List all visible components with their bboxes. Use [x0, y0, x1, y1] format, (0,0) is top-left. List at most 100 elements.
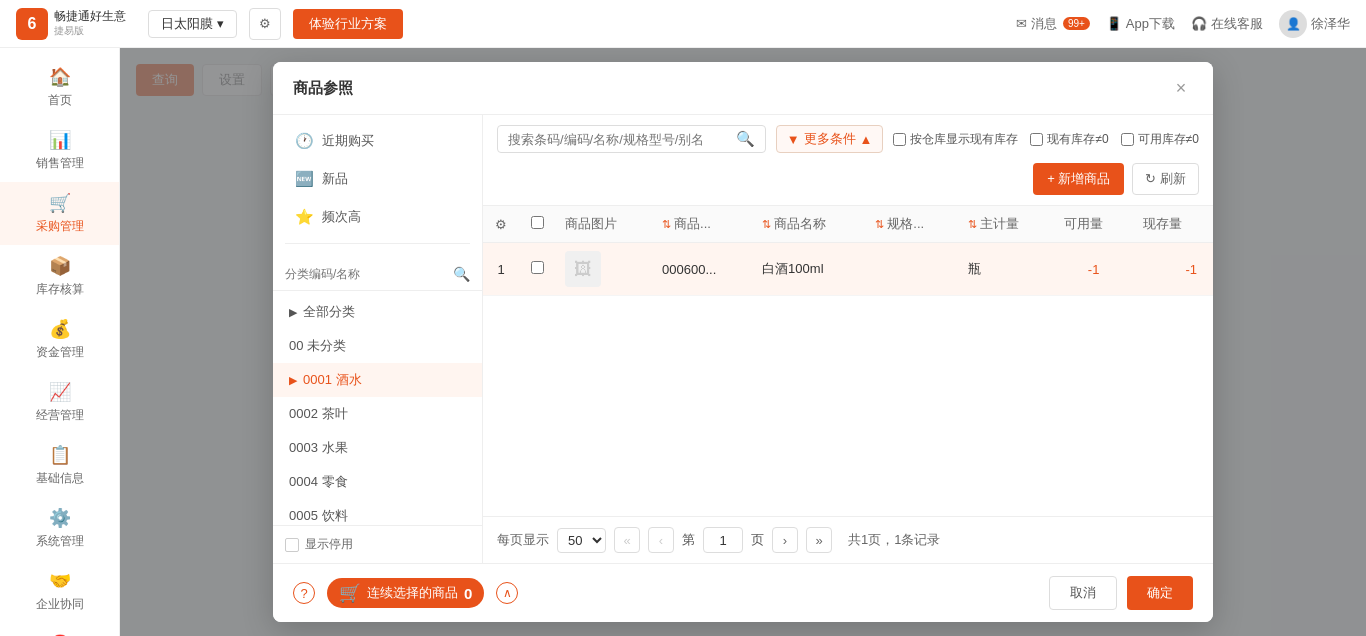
row-checkbox[interactable] [531, 261, 544, 274]
last-page-button[interactable]: » [806, 527, 832, 553]
category-snacks[interactable]: 0004 零食 [273, 465, 482, 499]
app-download-button[interactable]: 📱 App下载 [1106, 15, 1175, 33]
sidebar-item-finance[interactable]: 💰 资金管理 [0, 308, 119, 371]
sidebar-item-enterprise[interactable]: 🤝 企业协同 [0, 560, 119, 623]
modal-close-button[interactable]: × [1169, 76, 1193, 100]
tab-divider [285, 243, 470, 244]
sort-unit-icon: ⇅ [968, 218, 977, 231]
product-image: 🖼 [565, 251, 601, 287]
trial-button[interactable]: 体验行业方案 [293, 9, 403, 39]
category-liquor[interactable]: ▶ 0001 酒水 [273, 363, 482, 397]
headset-icon: 🎧 [1191, 16, 1207, 31]
sidebar-item-basic-info[interactable]: 📋 基础信息 [0, 434, 119, 497]
category-list: ▶ 全部分类 00 未分类 ▶ 0001 酒水 0002 茶 [273, 291, 482, 525]
sidebar-item-inventory[interactable]: 📦 库存核算 [0, 245, 119, 308]
high-freq-icon: ⭐ [295, 208, 314, 226]
content-area: 查询 设置 刷新 商品参照 × 🕐 [120, 48, 1366, 636]
td-seq: 1 [483, 243, 519, 296]
left-panel: 🕐 近期购买 🆕 新品 ⭐ 频次高 [273, 115, 483, 563]
td-check[interactable] [519, 243, 555, 296]
category-tea[interactable]: 0002 茶叶 [273, 397, 482, 431]
table-row[interactable]: 1 🖼 00 [483, 243, 1213, 296]
finance-icon: 💰 [49, 318, 71, 340]
table-settings-icon[interactable]: ⚙ [495, 217, 507, 232]
toolbar-right: + 新增商品 ↻ 刷新 [1033, 163, 1199, 195]
add-product-button[interactable]: + 新增商品 [1033, 163, 1124, 195]
sidebar-item-operations[interactable]: 📈 经营管理 [0, 371, 119, 434]
user-menu[interactable]: 👤 徐泽华 [1279, 10, 1350, 38]
filter-nonzero-stock[interactable]: 现有库存≠0 [1030, 131, 1108, 148]
sidebar-item-home[interactable]: 🏠 首页 [0, 56, 119, 119]
category-drinks[interactable]: 0005 饮料 [273, 499, 482, 525]
cancel-button[interactable]: 取消 [1049, 576, 1117, 610]
filter-nonzero-available[interactable]: 可用库存≠0 [1121, 131, 1199, 148]
sidebar-item-guide[interactable]: 🎯 新手引导 [0, 623, 119, 636]
th-unit[interactable]: ⇅ 主计量 [958, 206, 1054, 243]
page-next-label: 页 [751, 531, 764, 549]
th-settings[interactable]: ⚙ [483, 206, 519, 243]
refresh-button[interactable]: ↻ 刷新 [1132, 163, 1199, 195]
filter-warehouse-checkbox[interactable] [893, 133, 906, 146]
filter-available-checkbox[interactable] [1121, 133, 1134, 146]
page-number-input[interactable] [703, 527, 743, 553]
th-stock: 现存量 [1133, 206, 1213, 243]
sidebar: 🏠 首页 📊 销售管理 🛒 采购管理 📦 库存核算 💰 资金管理 📈 经营管理 … [0, 48, 120, 636]
page-size-select[interactable]: 50 [557, 528, 606, 553]
tab-high-frequency[interactable]: ⭐ 频次高 [285, 201, 470, 233]
filter-expand-icon: ▲ [860, 132, 873, 147]
show-disabled-checkbox[interactable] [285, 538, 299, 552]
sidebar-item-purchase[interactable]: 🛒 采购管理 [0, 182, 119, 245]
product-search-input[interactable] [508, 132, 730, 147]
store-dropdown[interactable]: 日太阳膜 ▾ [148, 10, 237, 38]
logo-icon: 6 [16, 8, 48, 40]
messages-button[interactable]: ✉ 消息 99+ [1016, 15, 1090, 33]
category-unclassified[interactable]: 00 未分类 [273, 329, 482, 363]
th-image: 商品图片 [555, 206, 652, 243]
basic-info-icon: 📋 [49, 444, 71, 466]
filter-by-warehouse[interactable]: 按仓库显示现有库存 [893, 131, 1018, 148]
category-search: 🔍 [273, 258, 482, 291]
confirm-button[interactable]: 确定 [1127, 576, 1193, 610]
cart-button[interactable]: 🛒 连续选择的商品 0 [327, 578, 484, 608]
show-disabled-label[interactable]: 显示停用 [285, 536, 470, 553]
top-nav: 6 畅捷通好生意 捷易版 日太阳膜 ▾ ⚙ 体验行业方案 ✉ 消息 99+ 📱 … [0, 0, 1366, 48]
tab-new-products[interactable]: 🆕 新品 [285, 163, 470, 195]
td-spec [865, 243, 958, 296]
left-panel-footer: 显示停用 [273, 525, 482, 563]
prev-page-button[interactable]: ‹ [648, 527, 674, 553]
td-image: 🖼 [555, 243, 652, 296]
sidebar-item-system[interactable]: ⚙️ 系统管理 [0, 497, 119, 560]
th-spec[interactable]: ⇅ 规格... [865, 206, 958, 243]
message-icon: ✉ [1016, 16, 1027, 31]
category-arrow-liquor: ▶ [289, 374, 297, 387]
settings-icon[interactable]: ⚙ [249, 8, 281, 40]
logo-area: 6 畅捷通好生意 捷易版 [16, 8, 136, 40]
th-code[interactable]: ⇅ 商品... [652, 206, 752, 243]
inventory-icon: 📦 [49, 255, 71, 277]
category-search-icon[interactable]: 🔍 [453, 266, 470, 282]
select-all-checkbox[interactable] [531, 216, 544, 229]
filter-options: 按仓库显示现有库存 现有库存≠0 可用库存≠0 [893, 131, 1199, 148]
category-search-input[interactable] [285, 267, 453, 281]
first-page-button[interactable]: « [614, 527, 640, 553]
product-search-icon[interactable]: 🔍 [736, 130, 755, 148]
category-all[interactable]: ▶ 全部分类 [273, 295, 482, 329]
next-page-button[interactable]: › [772, 527, 798, 553]
tab-recent-purchase[interactable]: 🕐 近期购买 [285, 125, 470, 157]
more-filter-button[interactable]: ▼ 更多条件 ▲ [776, 125, 884, 153]
help-button[interactable]: ? [293, 582, 315, 604]
category-fruit[interactable]: 0003 水果 [273, 431, 482, 465]
th-name[interactable]: ⇅ 商品名称 [752, 206, 865, 243]
product-table-container: ⚙ 商品图片 [483, 206, 1213, 516]
logo-text: 畅捷通好生意 [54, 9, 126, 25]
collapse-button[interactable]: ∧ [496, 582, 518, 604]
new-products-icon: 🆕 [295, 170, 314, 188]
modal-title: 商品参照 [293, 79, 353, 98]
recent-purchase-icon: 🕐 [295, 132, 314, 150]
online-service-button[interactable]: 🎧 在线客服 [1191, 15, 1263, 33]
filter-stock-checkbox[interactable] [1030, 133, 1043, 146]
message-badge: 99+ [1063, 17, 1090, 30]
sidebar-item-sales[interactable]: 📊 销售管理 [0, 119, 119, 182]
modal-overlay: 商品参照 × 🕐 近期购买 🆕 [120, 48, 1366, 636]
page-size-label: 每页显示 [497, 531, 549, 549]
